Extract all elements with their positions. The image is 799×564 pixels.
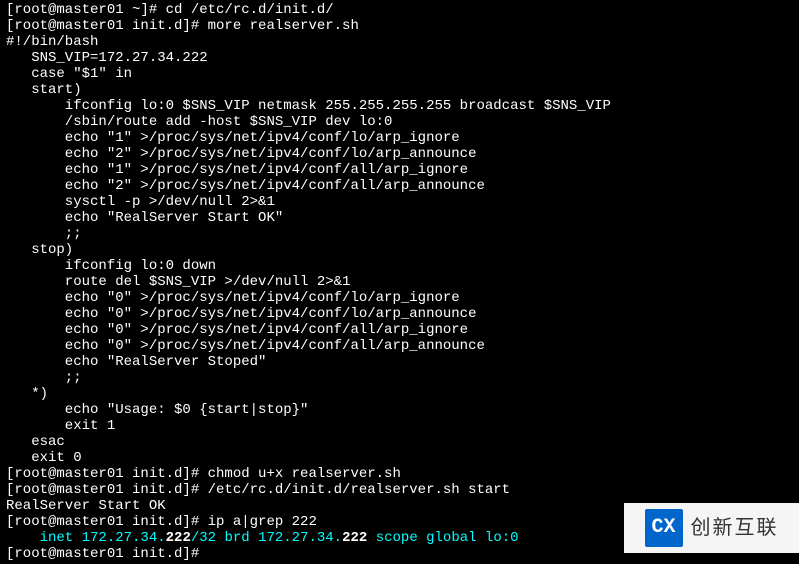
- terminal-line: [root@master01 init.d]# /etc/rc.d/init.d…: [6, 482, 793, 498]
- terminal-text: stop): [6, 242, 73, 258]
- terminal-line: ifconfig lo:0 $SNS_VIP netmask 255.255.2…: [6, 98, 793, 114]
- terminal-text: echo "1" >/proc/sys/net/ipv4/conf/all/ar…: [6, 162, 468, 178]
- terminal-text: *): [6, 386, 48, 402]
- watermark-text: 创新互联: [691, 520, 779, 536]
- terminal-line: start): [6, 82, 793, 98]
- terminal-text: echo "0" >/proc/sys/net/ipv4/conf/all/ar…: [6, 338, 485, 354]
- terminal-text: echo "2" >/proc/sys/net/ipv4/conf/lo/arp…: [6, 146, 476, 162]
- terminal-text: esac: [6, 434, 65, 450]
- terminal-text: [root@master01 init.d]# ip a|grep 222: [6, 514, 317, 530]
- terminal-text: [root@master01 ~]# cd /etc/rc.d/init.d/: [6, 2, 334, 18]
- terminal-text: echo "1" >/proc/sys/net/ipv4/conf/lo/arp…: [6, 130, 460, 146]
- terminal-text: ifconfig lo:0 down: [6, 258, 216, 274]
- terminal-line: echo "0" >/proc/sys/net/ipv4/conf/all/ar…: [6, 322, 793, 338]
- terminal-text: SNS_VIP=172.27.34.222: [6, 50, 208, 66]
- terminal-text: echo "0" >/proc/sys/net/ipv4/conf/lo/arp…: [6, 306, 476, 322]
- terminal-output[interactable]: [root@master01 ~]# cd /etc/rc.d/init.d/[…: [0, 0, 799, 564]
- terminal-line: echo "0" >/proc/sys/net/ipv4/conf/lo/arp…: [6, 306, 793, 322]
- terminal-line: *): [6, 386, 793, 402]
- terminal-text: 222: [342, 530, 367, 546]
- terminal-text: 222: [166, 530, 191, 546]
- watermark: CX 创新互联: [624, 503, 799, 553]
- terminal-text: scope global lo:0: [367, 530, 518, 546]
- terminal-line: echo "0" >/proc/sys/net/ipv4/conf/all/ar…: [6, 338, 793, 354]
- terminal-line: exit 0: [6, 450, 793, 466]
- terminal-text: ;;: [6, 370, 82, 386]
- terminal-line: echo "1" >/proc/sys/net/ipv4/conf/all/ar…: [6, 162, 793, 178]
- terminal-text: RealServer Start OK: [6, 498, 166, 514]
- terminal-text: ifconfig lo:0 $SNS_VIP netmask 255.255.2…: [6, 98, 611, 114]
- terminal-text: /32 brd 172.27.34.: [191, 530, 342, 546]
- terminal-line: stop): [6, 242, 793, 258]
- terminal-line: #!/bin/bash: [6, 34, 793, 50]
- terminal-text: [root@master01 init.d]#: [6, 546, 208, 562]
- terminal-text: [root@master01 init.d]# /etc/rc.d/init.d…: [6, 482, 510, 498]
- terminal-line: [root@master01 ~]# cd /etc/rc.d/init.d/: [6, 2, 793, 18]
- terminal-line: ;;: [6, 226, 793, 242]
- terminal-text: echo "2" >/proc/sys/net/ipv4/conf/all/ar…: [6, 178, 485, 194]
- terminal-text: [root@master01 init.d]# more realserver.…: [6, 18, 359, 34]
- terminal-line: echo "Usage: $0 {start|stop}": [6, 402, 793, 418]
- terminal-line: echo "RealServer Start OK": [6, 210, 793, 226]
- terminal-line: esac: [6, 434, 793, 450]
- terminal-text: echo "0" >/proc/sys/net/ipv4/conf/lo/arp…: [6, 290, 460, 306]
- terminal-line: case "$1" in: [6, 66, 793, 82]
- terminal-text: exit 0: [6, 450, 82, 466]
- terminal-line: route del $SNS_VIP >/dev/null 2>&1: [6, 274, 793, 290]
- terminal-line: echo "2" >/proc/sys/net/ipv4/conf/lo/arp…: [6, 146, 793, 162]
- terminal-text: ;;: [6, 226, 82, 242]
- terminal-text: echo "RealServer Stoped": [6, 354, 266, 370]
- terminal-line: ;;: [6, 370, 793, 386]
- terminal-text: /sbin/route add -host $SNS_VIP dev lo:0: [6, 114, 392, 130]
- terminal-line: /sbin/route add -host $SNS_VIP dev lo:0: [6, 114, 793, 130]
- terminal-line: echo "0" >/proc/sys/net/ipv4/conf/lo/arp…: [6, 290, 793, 306]
- terminal-text: echo "Usage: $0 {start|stop}": [6, 402, 308, 418]
- terminal-line: echo "2" >/proc/sys/net/ipv4/conf/all/ar…: [6, 178, 793, 194]
- terminal-line: exit 1: [6, 418, 793, 434]
- terminal-text: echo "RealServer Start OK": [6, 210, 283, 226]
- terminal-text: start): [6, 82, 82, 98]
- terminal-text: route del $SNS_VIP >/dev/null 2>&1: [6, 274, 350, 290]
- terminal-text: #!/bin/bash: [6, 34, 98, 50]
- terminal-text: sysctl -p >/dev/null 2>&1: [6, 194, 275, 210]
- terminal-text: inet 172.27.34.: [6, 530, 166, 546]
- terminal-line: [root@master01 init.d]# chmod u+x realse…: [6, 466, 793, 482]
- terminal-line: [root@master01 init.d]# more realserver.…: [6, 18, 793, 34]
- terminal-text: exit 1: [6, 418, 115, 434]
- terminal-text: [root@master01 init.d]# chmod u+x realse…: [6, 466, 401, 482]
- terminal-line: echo "RealServer Stoped": [6, 354, 793, 370]
- terminal-line: SNS_VIP=172.27.34.222: [6, 50, 793, 66]
- terminal-line: ifconfig lo:0 down: [6, 258, 793, 274]
- terminal-text: echo "0" >/proc/sys/net/ipv4/conf/all/ar…: [6, 322, 468, 338]
- watermark-logo: CX: [645, 509, 683, 547]
- terminal-line: echo "1" >/proc/sys/net/ipv4/conf/lo/arp…: [6, 130, 793, 146]
- terminal-line: sysctl -p >/dev/null 2>&1: [6, 194, 793, 210]
- terminal-text: case "$1" in: [6, 66, 132, 82]
